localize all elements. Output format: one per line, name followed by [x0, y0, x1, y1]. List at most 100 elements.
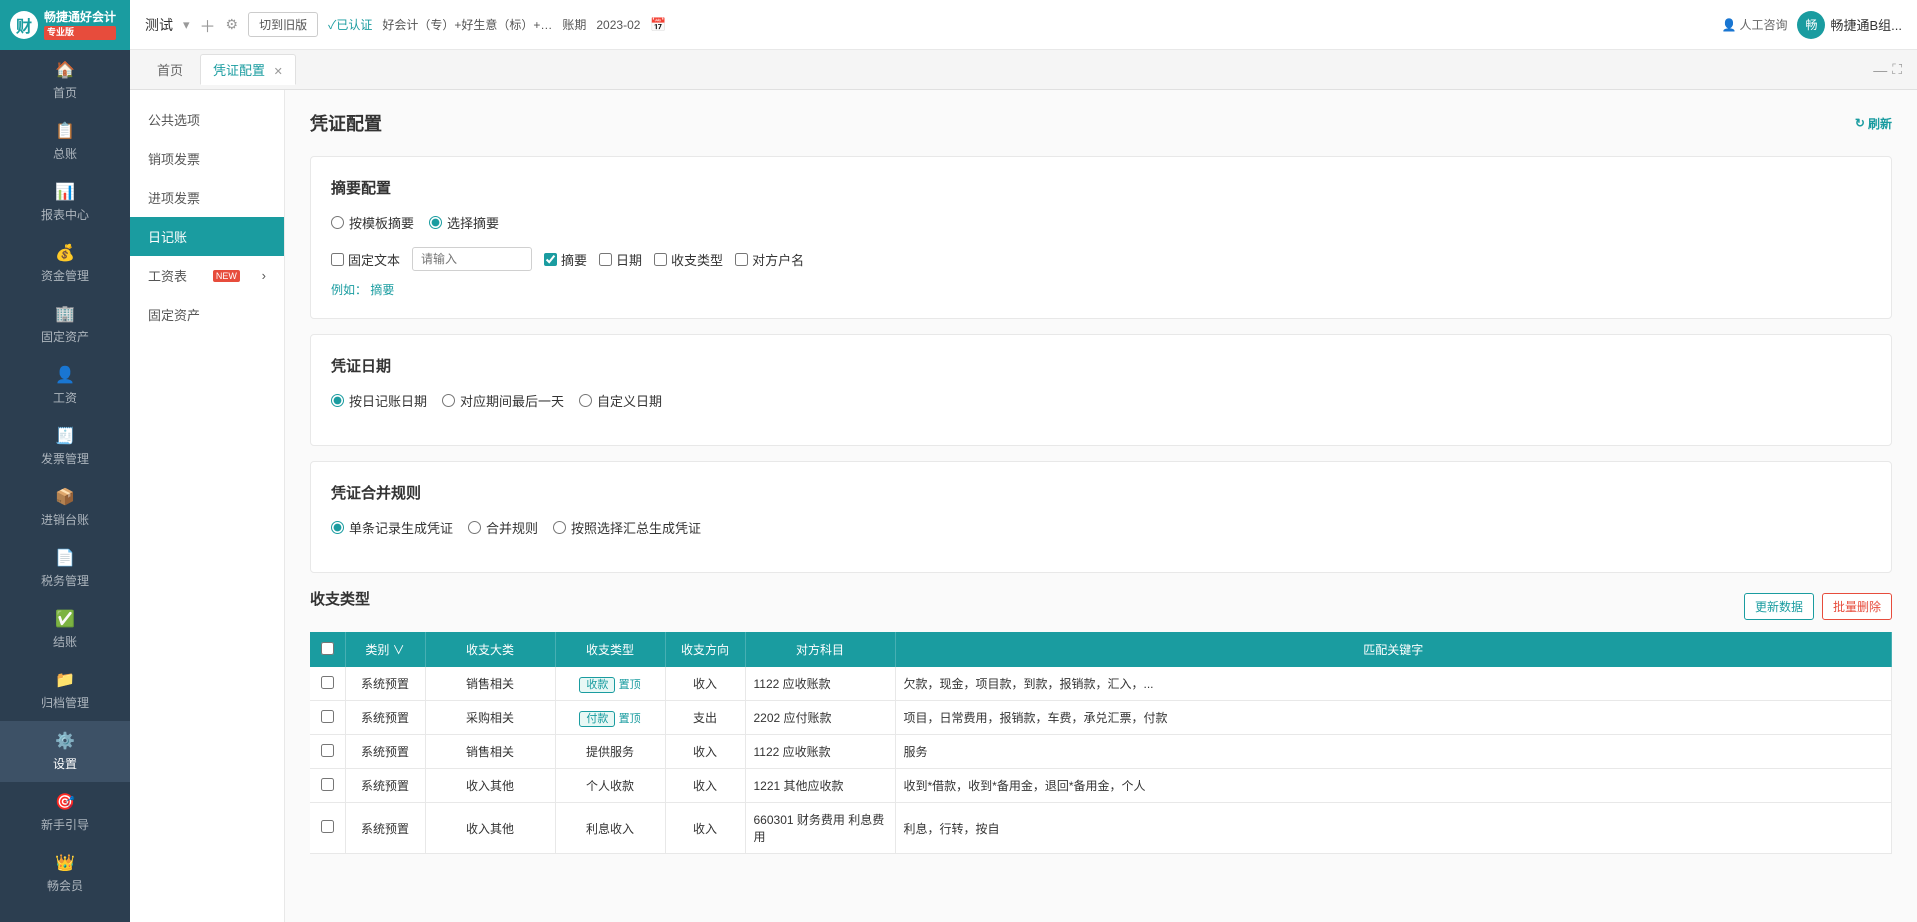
row-check-2[interactable]: [310, 735, 345, 769]
row-account-4: 660301 财务费用 利息费用: [745, 803, 895, 854]
date-radio-journal[interactable]: 按日记账日期: [331, 391, 427, 410]
col-header-category: 类别 ∨: [345, 632, 425, 667]
merge-radio-rules[interactable]: 合并规则: [468, 518, 538, 537]
merge-radio-single-input[interactable]: [331, 521, 344, 534]
summary-radio-group: 按模板摘要 选择摘要: [331, 213, 1871, 232]
left-nav-payroll[interactable]: 工资表 NEW ›: [130, 256, 284, 295]
sidebar-item-report[interactable]: 📊 报表中心: [0, 172, 130, 233]
summary-radio-template[interactable]: 按模板摘要: [331, 213, 414, 232]
fund-icon: 💰: [55, 243, 75, 263]
row-keywords-3: 收到*借款，收到*备用金，退回*备用金，个人: [895, 769, 1892, 803]
sidebar-item-fund[interactable]: 💰 资金管理: [0, 233, 130, 294]
col-header-keywords: 匹配关键字: [895, 632, 1892, 667]
left-nav-purchase-invoice[interactable]: 进项发票: [130, 178, 284, 217]
row-check-3[interactable]: [310, 769, 345, 803]
row-direction-0: 收入: [665, 667, 745, 701]
sidebar-item-member[interactable]: 👑 畅会员: [0, 843, 130, 904]
select-all-checkbox[interactable]: [321, 642, 334, 655]
checkbox-type[interactable]: 收支类型: [654, 250, 723, 269]
summary-radio-select[interactable]: 选择摘要: [429, 213, 499, 232]
update-data-button[interactable]: 更新数据: [1744, 593, 1814, 620]
date-radio-custom[interactable]: 自定义日期: [579, 391, 662, 410]
override-tag-0[interactable]: 收款: [579, 677, 615, 693]
topbar-help-button[interactable]: 👤 人工咨询: [1722, 16, 1788, 33]
tab-minimize-button[interactable]: —: [1873, 62, 1887, 78]
row-check-4[interactable]: [310, 803, 345, 854]
checkbox-counterparty-input[interactable]: [735, 253, 748, 266]
row-check-0[interactable]: [310, 667, 345, 701]
row-checkbox-3[interactable]: [321, 778, 334, 791]
date-radio-group: 按日记账日期 对应期间最后一天 自定义日期: [331, 391, 1871, 410]
override-btn-0[interactable]: 置顶: [619, 679, 641, 691]
row-big-type-3: 收入其他: [425, 769, 555, 803]
left-nav-fixed-assets[interactable]: 固定资产: [130, 295, 284, 334]
topbar-user-area[interactable]: 畅 畅捷通B组...: [1797, 11, 1902, 39]
sidebar-item-invoice[interactable]: 🧾 发票管理: [0, 416, 130, 477]
merge-radio-summary[interactable]: 按照选择汇总生成凭证: [553, 518, 701, 537]
page-title: 凭证配置: [310, 110, 382, 136]
content-area: 公共选项 销项发票 进项发票 日记账 工资表 NEW › 固定资产 凭证: [130, 90, 1917, 922]
refresh-icon: ↻: [1855, 116, 1865, 130]
row-checkbox-0[interactable]: [321, 676, 334, 689]
refresh-button[interactable]: ↻ 刷新: [1855, 115, 1892, 132]
summary-radio-select-input[interactable]: [429, 216, 442, 229]
checkbox-counterparty[interactable]: 对方户名: [735, 250, 804, 269]
override-btn-1[interactable]: 置顶: [619, 713, 641, 725]
sidebar-item-ledger[interactable]: 📋 总账: [0, 111, 130, 172]
tab-home[interactable]: 首页: [145, 55, 195, 84]
sidebar-item-close[interactable]: ✅ 结账: [0, 599, 130, 660]
date-radio-last-day-input[interactable]: [442, 394, 455, 407]
summary-radio-template-label: 按模板摘要: [349, 213, 414, 232]
left-nav-public[interactable]: 公共选项: [130, 100, 284, 139]
merge-radio-summary-input[interactable]: [553, 521, 566, 534]
checkbox-fixed-text[interactable]: 固定文本: [331, 250, 400, 269]
tab-maximize-button[interactable]: ⛶: [1892, 61, 1902, 78]
row-check-1[interactable]: [310, 701, 345, 735]
merge-radio-rules-input[interactable]: [468, 521, 481, 534]
row-checkbox-2[interactable]: [321, 744, 334, 757]
merge-radio-summary-label: 按照选择汇总生成凭证: [571, 518, 701, 537]
col-header-check[interactable]: [310, 632, 345, 667]
new-badge: NEW: [213, 270, 240, 282]
date-radio-journal-input[interactable]: [331, 394, 344, 407]
topbar-gear-icon[interactable]: ⚙: [226, 16, 239, 33]
sidebar-item-guide[interactable]: 🎯 新手引导: [0, 782, 130, 843]
sidebar-item-tax[interactable]: 📄 税务管理: [0, 538, 130, 599]
checkbox-summary-input[interactable]: [544, 253, 557, 266]
summary-radio-template-input[interactable]: [331, 216, 344, 229]
col-header-big-type: 收支大类: [425, 632, 555, 667]
row-checkbox-4[interactable]: [321, 820, 334, 833]
tab-voucher-config[interactable]: 凭证配置 ✕: [200, 54, 296, 85]
date-radio-last-day[interactable]: 对应期间最后一天: [442, 391, 564, 410]
topbar-user-name: 畅捷通B组...: [1830, 15, 1902, 34]
logo-badge: 专业版: [44, 26, 116, 40]
override-tag-1[interactable]: 付款: [579, 711, 615, 727]
tab-close-icon[interactable]: ✕: [274, 66, 283, 78]
sidebar-label-close: 结账: [53, 633, 77, 650]
date-radio-custom-input[interactable]: [579, 394, 592, 407]
topbar-calendar-icon[interactable]: 📅: [650, 17, 666, 33]
left-nav-sales-invoice[interactable]: 销项发票: [130, 139, 284, 178]
checkbox-fixed-text-input[interactable]: [331, 253, 344, 266]
sidebar-item-assets[interactable]: 🏢 固定资产: [0, 294, 130, 355]
checkbox-summary[interactable]: 摘要: [544, 250, 587, 269]
left-nav-journal[interactable]: 日记账: [130, 217, 284, 256]
date-section: 凭证日期 按日记账日期 对应期间最后一天 自定义日期: [310, 334, 1892, 446]
sidebar-item-salary[interactable]: 👤 工资: [0, 355, 130, 416]
sidebar-item-settings[interactable]: ⚙️ 设置: [0, 721, 130, 782]
sidebar-item-home[interactable]: 🏠 首页: [0, 50, 130, 111]
topbar-dropdown-arrow[interactable]: ▾: [183, 17, 190, 33]
checkbox-date-input[interactable]: [599, 253, 612, 266]
row-checkbox-1[interactable]: [321, 710, 334, 723]
fixed-text-input[interactable]: [412, 247, 532, 271]
checkbox-date[interactable]: 日期: [599, 250, 642, 269]
checkbox-type-input[interactable]: [654, 253, 667, 266]
row-direction-1: 支出: [665, 701, 745, 735]
payroll-arrow-icon: ›: [262, 268, 266, 283]
merge-radio-single[interactable]: 单条记录生成凭证: [331, 518, 453, 537]
sidebar-item-stock[interactable]: 📦 进销台账: [0, 477, 130, 538]
topbar-add-button[interactable]: ＋: [200, 13, 216, 37]
old-version-button[interactable]: 切到旧版: [248, 12, 318, 37]
batch-delete-button[interactable]: 批量删除: [1822, 593, 1892, 620]
sidebar-item-archive[interactable]: 📁 归档管理: [0, 660, 130, 721]
